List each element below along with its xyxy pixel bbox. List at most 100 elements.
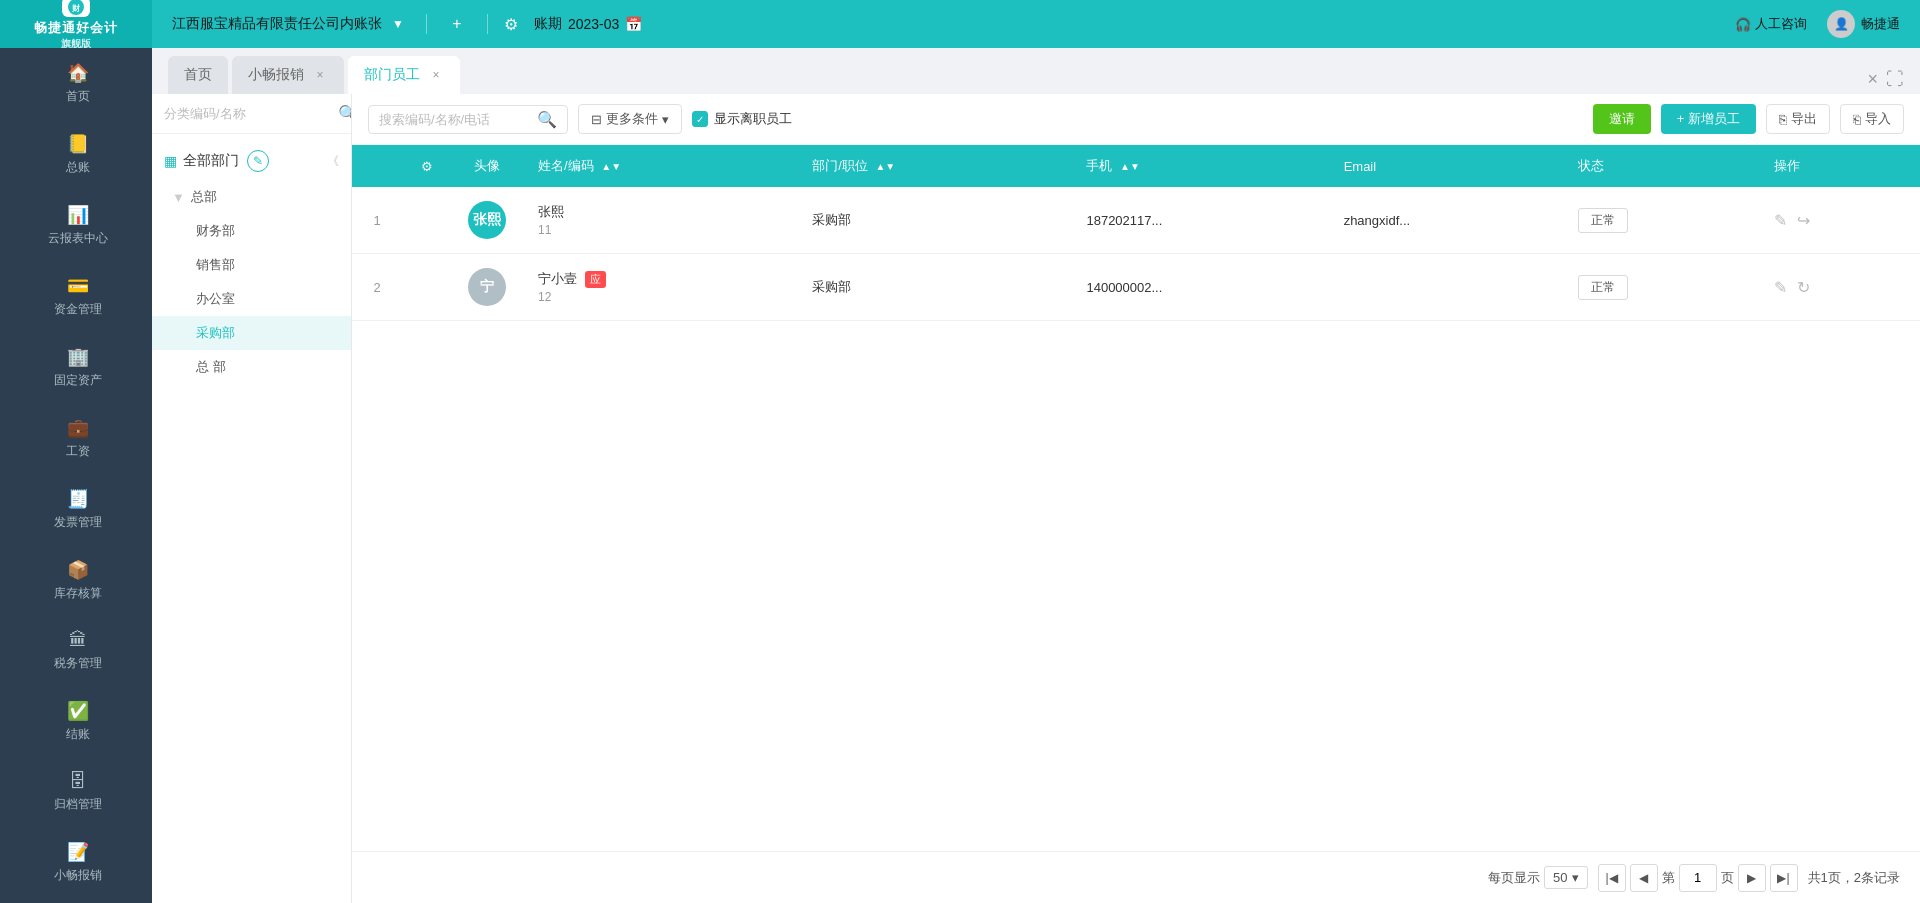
- dept-tree: ▦ 全部部门 ✎ 《 ▼ 总部 财务部 销售: [152, 134, 351, 903]
- reports-icon: 📊: [67, 204, 89, 226]
- tab-close-expense[interactable]: ×: [312, 67, 328, 83]
- per-page-dropdown-icon: ▾: [1572, 870, 1579, 885]
- expense-icon: 📝: [67, 841, 89, 863]
- row-dept: 采购部: [796, 187, 1070, 254]
- tab-close-all-icon[interactable]: ×: [1867, 69, 1878, 90]
- add-button[interactable]: +: [443, 10, 471, 38]
- dept-panel: 🔍 ▦ 全部部门 ✎ 《 ▼ 总部: [152, 94, 352, 903]
- tab-expense[interactable]: 小畅报销 ×: [232, 56, 344, 94]
- add-employee-button[interactable]: + 新增员工: [1661, 104, 1756, 134]
- tab-expand-icon[interactable]: ⛶: [1886, 69, 1904, 90]
- tab-home[interactable]: 首页: [168, 56, 228, 94]
- first-page-button[interactable]: |◀: [1598, 864, 1626, 892]
- dept-node-sales[interactable]: 销售部: [152, 248, 351, 282]
- company-name[interactable]: 江西服宝精品有限责任公司内账张 ▼: [152, 15, 410, 33]
- import-button[interactable]: ⎗ 导入: [1840, 104, 1904, 134]
- row-status: 正常: [1562, 254, 1757, 321]
- th-email: Email: [1328, 145, 1563, 187]
- dept-node-office[interactable]: 办公室: [152, 282, 351, 316]
- sidebar-item-salary[interactable]: 💼 工资: [0, 403, 152, 474]
- sidebar-item-home[interactable]: 🏠 首页: [0, 48, 152, 119]
- employee-search-input[interactable]: [379, 112, 531, 127]
- th-settings[interactable]: ⚙: [402, 145, 452, 187]
- dept-node-hq[interactable]: 总 部: [152, 350, 351, 384]
- page-size-select: 每页显示 50 ▾: [1488, 866, 1587, 889]
- row-phone: 187202117...: [1070, 187, 1327, 254]
- dept-node-general[interactable]: ▼ 总部: [152, 180, 351, 214]
- expand-icon: ▼: [172, 190, 185, 205]
- pagination: 每页显示 50 ▾ |◀ ◀ 第 页 ▶ ▶|: [352, 851, 1920, 903]
- edit-action-icon[interactable]: ✎: [1774, 211, 1787, 230]
- dept-node-finance[interactable]: 财务部: [152, 214, 351, 248]
- header-divider2: [487, 14, 488, 34]
- tab-department[interactable]: 部门员工 ×: [348, 56, 460, 94]
- toolbar-right: 邀请 + 新增员工 ⎘ 导出 ⎗ 导入: [1593, 104, 1904, 134]
- row-actions: ✎ ↻: [1758, 254, 1920, 321]
- service-button[interactable]: 🎧 人工咨询: [1735, 15, 1807, 33]
- edit-action-icon[interactable]: ✎: [1774, 278, 1787, 297]
- dropdown-icon: ▾: [662, 112, 669, 127]
- prev-page-button[interactable]: ◀: [1630, 864, 1658, 892]
- sidebar-item-ledger[interactable]: 📒 总账: [0, 119, 152, 190]
- header-right: 🎧 人工咨询 👤 畅捷通: [1735, 10, 1920, 38]
- alert-badge: 应: [585, 271, 606, 288]
- employee-table: ⚙ 头像 姓名/编码 ▲▼ 部门/职位: [352, 145, 1920, 851]
- th-status: 状态: [1562, 145, 1757, 187]
- action-icons: ✎ ↪: [1774, 211, 1904, 230]
- refresh-action-icon[interactable]: ↻: [1797, 278, 1810, 297]
- export-button[interactable]: ⎘ 导出: [1766, 104, 1830, 134]
- sidebar-item-inventory[interactable]: 📦 库存核算: [0, 545, 152, 616]
- user-menu[interactable]: 👤 畅捷通: [1827, 10, 1900, 38]
- th-dept[interactable]: 部门/职位 ▲▼: [796, 145, 1070, 187]
- next-page-button[interactable]: ▶: [1738, 864, 1766, 892]
- dept-search-icon[interactable]: 🔍: [338, 104, 352, 123]
- app-name: 畅捷通好会计: [34, 19, 118, 37]
- logout-action-icon[interactable]: ↪: [1797, 211, 1810, 230]
- show-resigned-checkbox-label[interactable]: ✓ 显示离职员工: [692, 110, 792, 128]
- row-no: 1: [352, 187, 402, 254]
- settings-icon[interactable]: ⚙: [504, 15, 518, 34]
- sidebar-item-tax[interactable]: 🏛 税务管理: [0, 616, 152, 686]
- sort-icon: ▲▼: [601, 161, 621, 172]
- dept-search-input[interactable]: [164, 106, 332, 121]
- avatar: 宁: [468, 268, 506, 306]
- header-divider: [426, 14, 427, 34]
- show-resigned-checkbox[interactable]: ✓: [692, 111, 708, 127]
- last-page-button[interactable]: ▶|: [1770, 864, 1798, 892]
- sidebar-item-funds[interactable]: 💳 资金管理: [0, 261, 152, 332]
- search-icon[interactable]: 🔍: [537, 110, 557, 129]
- th-avatar: 头像: [452, 145, 522, 187]
- sidebar-item-reports[interactable]: 📊 云报表中心: [0, 190, 152, 261]
- sidebar-item-assets[interactable]: 🏢 固定资产: [0, 332, 152, 403]
- invite-button[interactable]: 邀请: [1593, 104, 1651, 134]
- page-label: 第: [1662, 869, 1675, 887]
- row-avatar: 张熙: [452, 187, 522, 254]
- th-name[interactable]: 姓名/编码 ▲▼: [522, 145, 796, 187]
- content-area: 首页 小畅报销 × 部门员工 × × ⛶ 🔍: [152, 48, 1920, 903]
- th-phone[interactable]: 手机 ▲▼: [1070, 145, 1327, 187]
- calendar-icon[interactable]: 📅: [625, 16, 642, 32]
- close-period-icon: ✅: [67, 700, 89, 722]
- sidebar-item-settings[interactable]: ⚙ 基础设置: [0, 898, 152, 903]
- row-email: zhangxidf...: [1328, 187, 1563, 254]
- filter-button[interactable]: ⊟ 更多条件 ▾: [578, 104, 682, 134]
- sidebar-item-close[interactable]: ✅ 结账: [0, 686, 152, 757]
- archive-icon: 🗄: [69, 771, 87, 792]
- tab-bar-actions: × ⛶: [1867, 69, 1904, 94]
- row-actions: ✎ ↪: [1758, 187, 1920, 254]
- dept-collapse-button[interactable]: 《: [327, 153, 339, 170]
- dept-edit-button[interactable]: ✎: [247, 150, 269, 172]
- tab-close-dept[interactable]: ×: [428, 67, 444, 83]
- page-nav: |◀ ◀ 第 页 ▶ ▶|: [1598, 864, 1798, 892]
- table-row: 1 张熙 张熙 11: [352, 187, 1920, 254]
- sidebar-item-expense[interactable]: 📝 小畅报销: [0, 827, 152, 898]
- dept-all-item[interactable]: ▦ 全部部门 ✎ 《: [152, 142, 351, 180]
- salary-icon: 💼: [67, 417, 89, 439]
- total-info: 共1页，2条记录: [1808, 869, 1900, 887]
- sidebar-item-invoice[interactable]: 🧾 发票管理: [0, 474, 152, 545]
- sidebar-item-archive[interactable]: 🗄 归档管理: [0, 757, 152, 827]
- page-size-dropdown[interactable]: 50 ▾: [1544, 866, 1587, 889]
- logo-icon: 财: [62, 0, 90, 17]
- dept-node-purchase[interactable]: 采购部: [152, 316, 351, 350]
- page-input[interactable]: [1679, 864, 1717, 892]
